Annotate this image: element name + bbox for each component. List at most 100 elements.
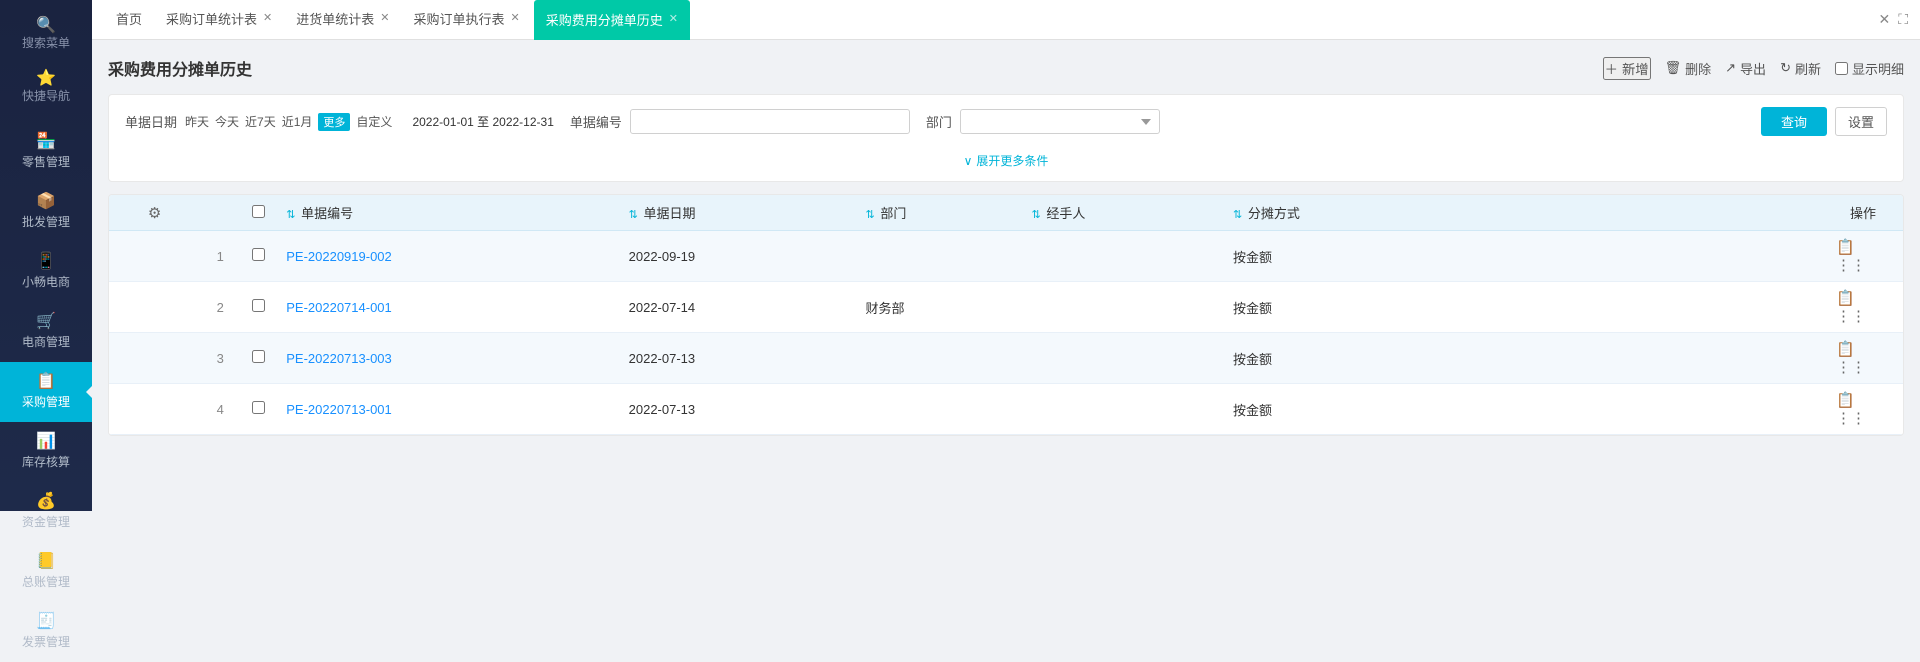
export-button[interactable]: ↗ 导出 <box>1725 59 1766 78</box>
row-checkbox[interactable] <box>252 299 265 312</box>
dept-label: 部门 <box>926 112 952 131</box>
date-shortcut-7days[interactable]: 近7天 <box>245 113 276 131</box>
row-check-cell[interactable] <box>240 282 276 333</box>
sidebar-item-retail[interactable]: 🏪 零售管理 <box>0 122 92 182</box>
filter-area: 单据日期 昨天 今天 近7天 近1月 更多 自定义 2022-01-01 至 2… <box>108 94 1904 182</box>
row-check-cell[interactable] <box>240 384 276 435</box>
date-shortcut-yesterday[interactable]: 昨天 <box>185 113 209 131</box>
refresh-icon: ↻ <box>1780 60 1791 76</box>
row-handler-cell <box>1022 333 1223 384</box>
row-edit-icon[interactable]: 📋 <box>1836 290 1855 307</box>
row-order-no-cell: PE-20220919-002 <box>276 231 618 282</box>
sidebar-item-mobile[interactable]: 📱 小畅电商 <box>0 242 92 302</box>
order-no-input[interactable] <box>630 109 910 134</box>
tab-cost-split-close[interactable]: ✕ <box>669 14 678 25</box>
sidebar-item-quicknav[interactable]: ⭐ 快捷导航 <box>0 61 92 114</box>
row-order-no-link[interactable]: PE-20220714-001 <box>286 300 392 315</box>
sidebar-item-ecommerce[interactable]: 🛒 电商管理 <box>0 302 92 362</box>
col-handler-header[interactable]: ⇅ 经手人 <box>1022 195 1223 231</box>
maximize-window-icon[interactable]: ⛶ <box>1898 11 1908 28</box>
dept-select[interactable]: 财务部 <box>960 109 1160 134</box>
sidebar-item-finance[interactable]: 💰 资金管理 <box>0 482 92 542</box>
export-icon: ↗ <box>1725 60 1736 76</box>
sidebar-item-purchase[interactable]: 📋 采购管理 <box>0 362 92 422</box>
date-shortcut-today[interactable]: 今天 <box>215 113 239 131</box>
col-split-method-label: 分摊方式 <box>1248 206 1300 221</box>
date-shortcut-more[interactable]: 更多 <box>318 113 350 131</box>
row-order-no-cell: PE-20220714-001 <box>276 282 618 333</box>
sidebar-ecommerce-label: 电商管理 <box>22 333 70 350</box>
row-check-cell[interactable] <box>240 333 276 384</box>
row-order-no-link[interactable]: PE-20220713-003 <box>286 351 392 366</box>
col-date-header[interactable]: ⇅ 单据日期 <box>619 195 856 231</box>
col-dept-header[interactable]: ⇅ 部门 <box>856 195 1022 231</box>
select-all-checkbox[interactable] <box>252 205 265 218</box>
row-edit-icon[interactable]: 📋 <box>1836 239 1855 256</box>
tab-cost-split-label: 采购费用分摊单历史 <box>546 10 663 29</box>
row-checkbox[interactable] <box>252 350 265 363</box>
expand-more-conditions[interactable]: ∨ 展开更多条件 <box>964 152 1049 169</box>
date-range-display: 2022-01-01 至 2022-12-31 <box>412 113 553 130</box>
row-edit-icon[interactable]: 📋 <box>1836 392 1855 409</box>
row-more-icon[interactable]: ⋮⋮ <box>1836 257 1866 274</box>
sidebar-wholesale-label: 批发管理 <box>22 213 70 230</box>
row-date-cell: 2022-07-13 <box>619 333 856 384</box>
header-actions: ＋ 新增 🗑 删除 ↗ 导出 ↻ 刷新 显示明细 <box>1603 57 1904 80</box>
tab-po-execution[interactable]: 采购订单执行表 ✕ <box>401 0 531 40</box>
show-detail-checkbox[interactable] <box>1835 62 1848 75</box>
row-seq-cell: 2 <box>200 282 240 333</box>
filter-row-1: 单据日期 昨天 今天 近7天 近1月 更多 自定义 2022-01-01 至 2… <box>125 107 1887 136</box>
order-no-filter-group: 单据编号 <box>570 109 910 134</box>
date-shortcut-1month[interactable]: 近1月 <box>282 113 313 131</box>
row-actions-cell: 📋 ⋮⋮ <box>1823 384 1903 435</box>
add-label: 新增 <box>1622 59 1649 78</box>
row-handler-cell <box>1022 282 1223 333</box>
col-handler-label: 经手人 <box>1046 206 1085 221</box>
show-detail-checkbox-label[interactable]: 显示明细 <box>1835 59 1904 78</box>
row-dept-cell: 财务部 <box>856 282 1022 333</box>
sidebar-item-invoice[interactable]: 🧾 发票管理 <box>0 602 92 662</box>
sidebar-item-inventory[interactable]: 📊 库存核算 <box>0 422 92 482</box>
tab-goods-summary[interactable]: 进货单统计表 ✕ <box>284 0 401 40</box>
close-window-icon[interactable]: ✕ <box>1878 11 1890 28</box>
finance-icon: 💰 <box>36 494 56 510</box>
tab-bar-actions: ✕ ⛶ <box>1878 11 1908 28</box>
row-checkbox[interactable] <box>252 248 265 261</box>
tab-po-summary-label: 采购订单统计表 <box>166 9 257 28</box>
tab-po-summary[interactable]: 采购订单统计表 ✕ <box>154 0 284 40</box>
delete-icon: 🗑 <box>1665 60 1682 76</box>
sort-order-no-icon: ⇅ <box>286 209 295 221</box>
row-order-no-cell: PE-20220713-003 <box>276 333 618 384</box>
filter-settings-button[interactable]: 设置 <box>1835 107 1887 136</box>
row-more-icon[interactable]: ⋮⋮ <box>1836 308 1866 325</box>
tab-po-execution-label: 采购订单执行表 <box>413 9 504 28</box>
row-dept-cell <box>856 231 1022 282</box>
tab-goods-summary-close[interactable]: ✕ <box>380 13 389 24</box>
refresh-button[interactable]: ↻ 刷新 <box>1780 59 1821 78</box>
row-order-no-link[interactable]: PE-20220713-001 <box>286 402 392 417</box>
tab-cost-split[interactable]: 采购费用分摊单历史 ✕ <box>534 0 690 40</box>
tab-home[interactable]: 首页 <box>104 0 154 40</box>
col-split-method-header[interactable]: ⇅ 分摊方式 <box>1223 195 1823 231</box>
tab-po-summary-close[interactable]: ✕ <box>263 13 272 24</box>
sidebar-item-search[interactable]: 🔍 搜索菜单 <box>0 8 92 61</box>
col-settings-header[interactable]: ⚙ <box>109 195 200 231</box>
row-checkbox[interactable] <box>252 401 265 414</box>
row-date-cell: 2022-07-14 <box>619 282 856 333</box>
row-more-icon[interactable]: ⋮⋮ <box>1836 359 1866 376</box>
sidebar-item-ledger[interactable]: 📒 总账管理 <box>0 542 92 602</box>
row-edit-icon[interactable]: 📋 <box>1836 341 1855 358</box>
sidebar-item-wholesale[interactable]: 📦 批发管理 <box>0 182 92 242</box>
table-header-row: ⚙ ⇅ 单据编号 ⇅ 单据日期 <box>109 195 1903 231</box>
add-button[interactable]: ＋ 新增 <box>1603 57 1651 80</box>
delete-button[interactable]: 🗑 删除 <box>1665 59 1712 78</box>
date-shortcut-custom[interactable]: 自定义 <box>356 113 392 131</box>
row-more-icon[interactable]: ⋮⋮ <box>1836 410 1866 427</box>
tab-po-execution-close[interactable]: ✕ <box>511 13 520 24</box>
data-table: ⚙ ⇅ 单据编号 ⇅ 单据日期 <box>109 195 1903 435</box>
row-check-cell[interactable] <box>240 231 276 282</box>
col-order-no-header[interactable]: ⇅ 单据编号 <box>276 195 618 231</box>
query-button[interactable]: 查询 <box>1761 107 1827 136</box>
row-seq-cell: 3 <box>200 333 240 384</box>
row-order-no-link[interactable]: PE-20220919-002 <box>286 249 392 264</box>
